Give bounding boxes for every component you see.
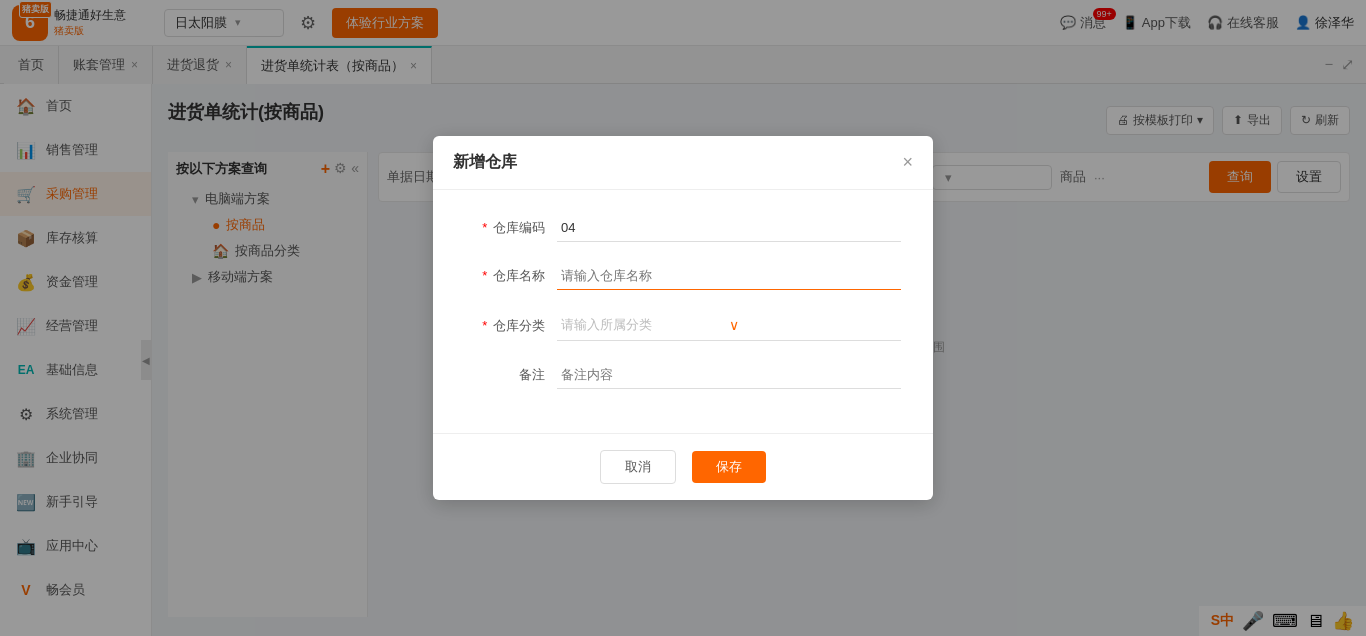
warehouse-modal: 新增仓库 × * 仓库编码 * 仓库名称 xyxy=(433,136,933,500)
modal-header: 新增仓库 × xyxy=(433,136,933,190)
warehouse-name-row: * 仓库名称 xyxy=(465,262,901,290)
required-asterisk-3: * xyxy=(482,318,487,333)
remark-row: 备注 xyxy=(465,361,901,389)
required-asterisk-1: * xyxy=(482,220,487,235)
modal-footer: 取消 保存 xyxy=(433,433,933,500)
remark-label: 备注 xyxy=(465,366,545,384)
category-dropdown-arrow: ∨ xyxy=(729,317,897,333)
warehouse-category-row: * 仓库分类 请输入所属分类 ∨ xyxy=(465,310,901,341)
warehouse-category-placeholder: 请输入所属分类 xyxy=(561,316,729,334)
modal-overlay[interactable]: 新增仓库 × * 仓库编码 * 仓库名称 xyxy=(0,0,1366,636)
modal-body: * 仓库编码 * 仓库名称 * 仓库分类 请输入 xyxy=(433,190,933,433)
warehouse-code-label: * 仓库编码 xyxy=(465,219,545,237)
modal-title: 新增仓库 xyxy=(453,152,517,173)
remark-input[interactable] xyxy=(557,361,901,389)
save-button[interactable]: 保存 xyxy=(692,451,766,483)
modal-close-button[interactable]: × xyxy=(902,152,913,173)
warehouse-category-label: * 仓库分类 xyxy=(465,317,545,335)
warehouse-category-select[interactable]: 请输入所属分类 ∨ xyxy=(557,310,901,341)
warehouse-code-input[interactable] xyxy=(557,214,901,242)
cancel-button[interactable]: 取消 xyxy=(600,450,676,484)
required-asterisk-2: * xyxy=(482,268,487,283)
warehouse-name-label: * 仓库名称 xyxy=(465,267,545,285)
warehouse-name-input[interactable] xyxy=(557,262,901,290)
warehouse-code-row: * 仓库编码 xyxy=(465,214,901,242)
